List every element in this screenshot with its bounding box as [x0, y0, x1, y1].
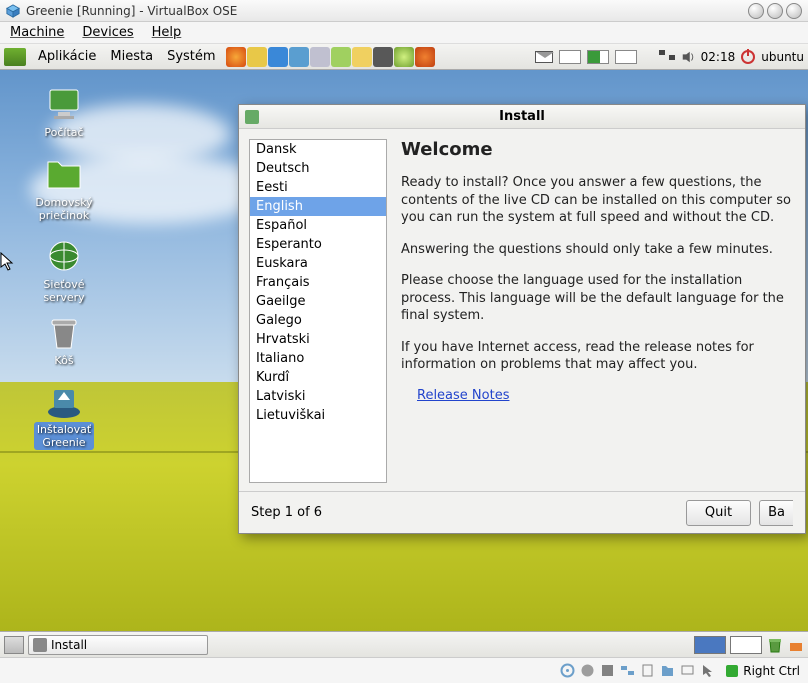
vbox-net-icon[interactable] — [620, 663, 635, 678]
vbox-hostkey-icon — [726, 665, 738, 677]
vbox-mouse-icon[interactable] — [700, 663, 715, 678]
language-item[interactable]: Deutsch — [250, 159, 386, 178]
app-icon[interactable] — [247, 47, 267, 67]
mem-graph-icon[interactable] — [587, 50, 609, 64]
clock[interactable]: 02:18 — [701, 50, 736, 64]
menu-places[interactable]: Miesta — [104, 49, 159, 64]
vbox-menu-devices[interactable]: Devices — [82, 25, 133, 40]
firefox-icon[interactable] — [226, 47, 246, 67]
language-item[interactable]: Euskara — [250, 254, 386, 273]
installer-footer: Step 1 of 6 Quit Ba — [239, 491, 805, 533]
vbox-titlebar: Greenie [Running] - VirtualBox OSE — [0, 0, 808, 22]
launcher-row — [226, 47, 435, 67]
language-item[interactable]: Gaeilge — [250, 292, 386, 311]
language-list[interactable]: DanskDeutschEestiEnglishEspañolEsperanto… — [249, 139, 387, 483]
language-item[interactable]: Lietuviškai — [250, 406, 386, 425]
vbox-statusbar: Right Ctrl — [0, 657, 808, 683]
welcome-para2: Answering the questions should only take… — [401, 241, 793, 259]
cpu-graph-icon[interactable] — [559, 50, 581, 64]
desktop-icon-network[interactable]: Sieťové servery — [24, 238, 104, 304]
task-icon — [33, 638, 47, 652]
language-item[interactable]: Esperanto — [250, 235, 386, 254]
installer-title: Install — [499, 109, 545, 124]
menu-system[interactable]: Systém — [161, 49, 221, 64]
vbox-cd-icon[interactable] — [560, 663, 575, 678]
welcome-heading: Welcome — [401, 139, 793, 160]
workspace-2[interactable] — [730, 636, 762, 654]
network-icon[interactable] — [659, 48, 675, 65]
vbox-floppy-icon[interactable] — [600, 663, 615, 678]
show-desktop-button[interactable] — [4, 636, 24, 654]
guest-screen: Aplikácie Miesta Systém 02:18 ubun — [0, 44, 808, 657]
menu-applications[interactable]: Aplikácie — [32, 49, 102, 64]
language-item[interactable]: Hrvatski — [250, 330, 386, 349]
vbox-menu-help[interactable]: Help — [152, 25, 182, 40]
desktop-icon-computer[interactable]: Počítač — [24, 86, 104, 139]
net-graph-icon[interactable] — [615, 50, 637, 64]
vbox-title: Greenie [Running] - VirtualBox OSE — [26, 4, 237, 18]
close-button[interactable] — [786, 3, 802, 19]
language-item[interactable]: Galego — [250, 311, 386, 330]
release-notes-link[interactable]: Release Notes — [417, 388, 509, 403]
panel-trash-icon[interactable] — [766, 636, 784, 654]
language-item[interactable]: Español — [250, 216, 386, 235]
task-button-install[interactable]: Install — [28, 635, 208, 655]
app-icon[interactable] — [310, 47, 330, 67]
mail-icon[interactable] — [535, 51, 553, 63]
app-icon[interactable] — [352, 47, 372, 67]
app-icon[interactable] — [415, 47, 435, 67]
app-icon[interactable] — [394, 47, 414, 67]
workspace-1[interactable] — [694, 636, 726, 654]
quit-button[interactable]: Quit — [686, 500, 751, 526]
language-item[interactable]: Dansk — [250, 140, 386, 159]
installer-icon — [245, 110, 259, 124]
back-button[interactable]: Ba — [759, 500, 793, 526]
language-item[interactable]: English — [250, 197, 386, 216]
language-item[interactable]: Italiano — [250, 349, 386, 368]
welcome-para3: Please choose the language used for the … — [401, 272, 793, 325]
welcome-para4: If you have Internet access, read the re… — [401, 339, 793, 374]
vbox-display-icon[interactable] — [680, 663, 695, 678]
volume-icon[interactable] — [681, 50, 695, 64]
minimize-button[interactable] — [748, 3, 764, 19]
welcome-para1: Ready to install? Once you answer a few … — [401, 174, 793, 227]
gnome-top-panel: Aplikácie Miesta Systém 02:18 ubun — [0, 44, 808, 70]
language-item[interactable]: Kurdî — [250, 368, 386, 387]
installer-titlebar[interactable]: Install — [239, 105, 805, 129]
desktop-icon-home[interactable]: Domovský priečinok — [24, 156, 104, 222]
distro-logo-icon[interactable] — [4, 48, 26, 66]
vbox-hd-icon[interactable] — [580, 663, 595, 678]
desktop-icon-install[interactable]: Inštalovať Greenie — [24, 382, 104, 450]
panel-tray-icon[interactable] — [788, 637, 804, 653]
app-icon[interactable] — [289, 47, 309, 67]
vbox-menu-machine[interactable]: Machine — [10, 25, 64, 40]
language-item[interactable]: Latviski — [250, 387, 386, 406]
maximize-button[interactable] — [767, 3, 783, 19]
power-icon[interactable] — [741, 50, 755, 64]
terminal-icon[interactable] — [373, 47, 393, 67]
vbox-usb-icon[interactable] — [640, 663, 655, 678]
user-label[interactable]: ubuntu — [761, 50, 804, 64]
installer-window: Install DanskDeutschEestiEnglishEspañolE… — [238, 104, 806, 534]
app-icon[interactable] — [331, 47, 351, 67]
vbox-shared-icon[interactable] — [660, 663, 675, 678]
welcome-pane: Welcome Ready to install? Once you answe… — [391, 139, 803, 483]
desktop-icon-trash[interactable]: Kôš — [24, 314, 104, 367]
vbox-menubar: Machine Devices Help — [0, 22, 808, 44]
language-item[interactable]: Eesti — [250, 178, 386, 197]
language-item[interactable]: Français — [250, 273, 386, 292]
step-label: Step 1 of 6 — [251, 505, 322, 520]
vbox-hostkey-label: Right Ctrl — [743, 664, 800, 678]
system-tray: 02:18 ubuntu — [535, 48, 804, 65]
gnome-bottom-panel: Install — [0, 631, 808, 657]
app-icon[interactable] — [268, 47, 288, 67]
vbox-logo-icon — [6, 4, 20, 18]
